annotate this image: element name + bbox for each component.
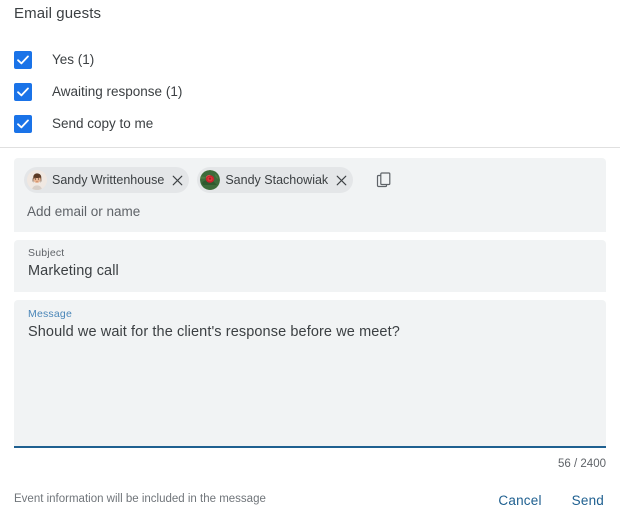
recipient-chip[interactable]: Sandy Writtenhouse bbox=[24, 167, 190, 193]
copy-icon[interactable] bbox=[373, 169, 395, 191]
message-input[interactable]: Should we wait for the client's response… bbox=[28, 324, 594, 340]
close-icon[interactable] bbox=[170, 173, 184, 187]
subject-input[interactable]: Marketing call bbox=[28, 263, 594, 279]
character-counter: 56 / 2400 bbox=[558, 458, 606, 470]
recipient-input[interactable]: Add email or name bbox=[24, 204, 596, 219]
recipient-chip-name: Sandy Writtenhouse bbox=[52, 173, 165, 187]
subject-field[interactable]: Subject Marketing call bbox=[14, 240, 606, 292]
check-icon bbox=[17, 119, 29, 129]
cancel-button[interactable]: Cancel bbox=[490, 489, 549, 512]
option-row-awaiting-response[interactable]: Awaiting response (1) bbox=[0, 76, 620, 108]
option-label-send-copy-to-me: Send copy to me bbox=[52, 116, 154, 132]
check-icon bbox=[17, 55, 29, 65]
message-field[interactable]: Message Should we wait for the client's … bbox=[14, 300, 606, 448]
flower-avatar bbox=[200, 170, 221, 190]
recipient-chip-name: Sandy Stachowiak bbox=[225, 173, 329, 187]
close-icon[interactable] bbox=[334, 173, 348, 187]
option-label-yes: Yes (1) bbox=[52, 52, 95, 68]
recipients-field[interactable]: Sandy Writtenhouse Sandy Stachowiak Add … bbox=[14, 158, 606, 232]
subject-label: Subject bbox=[28, 247, 65, 259]
page-title: Email guests bbox=[14, 5, 102, 22]
footer-actions: Cancel Send bbox=[490, 489, 612, 512]
check-icon bbox=[17, 87, 29, 97]
message-label: Message bbox=[28, 308, 73, 320]
recipient-chip-row: Sandy Writtenhouse Sandy Stachowiak bbox=[24, 166, 596, 194]
divider bbox=[0, 147, 620, 148]
person-avatar bbox=[27, 170, 47, 190]
send-button[interactable]: Send bbox=[564, 489, 612, 512]
option-row-yes[interactable]: Yes (1) bbox=[0, 44, 620, 76]
option-label-awaiting-response: Awaiting response (1) bbox=[52, 84, 183, 100]
footer-note: Event information will be included in th… bbox=[14, 493, 266, 505]
option-row-send-copy-to-me[interactable]: Send copy to me bbox=[0, 108, 620, 140]
checkbox-yes[interactable] bbox=[14, 51, 32, 69]
recipient-chip[interactable]: Sandy Stachowiak bbox=[197, 167, 354, 193]
checkbox-awaiting-response[interactable] bbox=[14, 83, 32, 101]
email-guests-options: Yes (1) Awaiting response (1) Send copy … bbox=[0, 44, 620, 140]
checkbox-send-copy-to-me[interactable] bbox=[14, 115, 32, 133]
